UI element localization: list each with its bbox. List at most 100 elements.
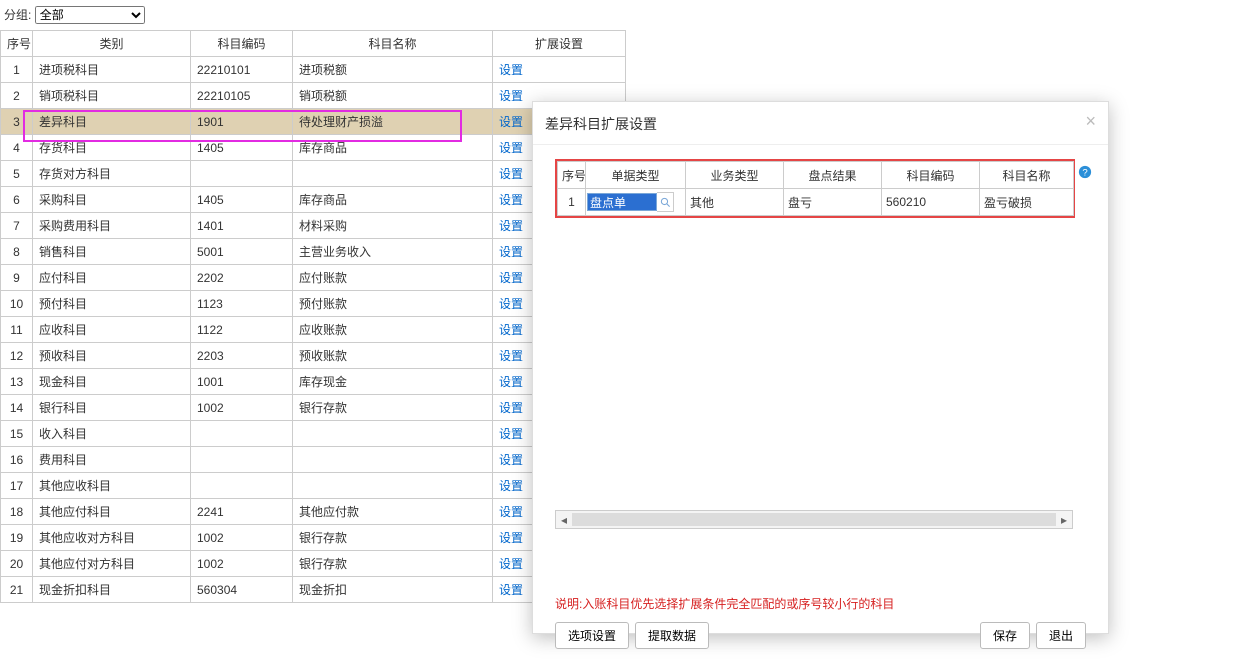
settings-link[interactable]: 设置 xyxy=(499,557,523,571)
option-settings-button[interactable]: 选项设置 xyxy=(555,622,629,649)
row-index: 12 xyxy=(1,343,33,369)
detail-col-header: 业务类型 xyxy=(686,162,784,189)
cell-category: 其他应收科目 xyxy=(33,473,191,499)
cell-category: 进项税科目 xyxy=(33,57,191,83)
cell-name: 库存商品 xyxy=(293,135,493,161)
detail-col-header: 科目名称 xyxy=(980,162,1074,189)
cell-code: 1002 xyxy=(191,395,293,421)
cell-category: 银行科目 xyxy=(33,395,191,421)
row-index: 5 xyxy=(1,161,33,187)
cell-name: 待处理财产损溢 xyxy=(293,109,493,135)
cell-name: 银行存款 xyxy=(293,525,493,551)
cell-category: 存货科目 xyxy=(33,135,191,161)
cell-code: 1405 xyxy=(191,135,293,161)
cell-name: 现金折扣 xyxy=(293,577,493,603)
settings-link[interactable]: 设置 xyxy=(499,89,523,103)
cell-category: 应收科目 xyxy=(33,317,191,343)
cell-name: 银行存款 xyxy=(293,551,493,577)
row-index: 14 xyxy=(1,395,33,421)
detail-code[interactable]: 560210 xyxy=(882,189,980,216)
detail-col-header: 科目编码 xyxy=(882,162,980,189)
table-row[interactable]: 1进项税科目22210101进项税额设置 xyxy=(1,57,626,83)
group-select[interactable]: 全部 xyxy=(35,6,145,24)
cell-code: 1122 xyxy=(191,317,293,343)
cell-name: 材料采购 xyxy=(293,213,493,239)
row-index: 9 xyxy=(1,265,33,291)
detail-result[interactable]: 盘亏 xyxy=(784,189,882,216)
row-index: 16 xyxy=(1,447,33,473)
settings-link[interactable]: 设置 xyxy=(499,349,523,363)
settings-link[interactable]: 设置 xyxy=(499,505,523,519)
detail-col-header: 单据类型 xyxy=(586,162,686,189)
settings-link[interactable]: 设置 xyxy=(499,453,523,467)
settings-link[interactable]: 设置 xyxy=(499,115,523,129)
lookup-icon[interactable] xyxy=(657,192,674,212)
cell-code: 2203 xyxy=(191,343,293,369)
settings-link[interactable]: 设置 xyxy=(499,479,523,493)
cell-extension: 设置 xyxy=(493,57,626,83)
cell-category: 销售科目 xyxy=(33,239,191,265)
settings-link[interactable]: 设置 xyxy=(499,167,523,181)
fetch-data-button[interactable]: 提取数据 xyxy=(635,622,709,649)
settings-link[interactable]: 设置 xyxy=(499,297,523,311)
cell-code: 1401 xyxy=(191,213,293,239)
cell-code xyxy=(191,473,293,499)
settings-link[interactable]: 设置 xyxy=(499,219,523,233)
cell-name xyxy=(293,473,493,499)
row-index: 6 xyxy=(1,187,33,213)
cell-name: 库存现金 xyxy=(293,369,493,395)
row-index: 19 xyxy=(1,525,33,551)
row-index: 3 xyxy=(1,109,33,135)
settings-link[interactable]: 设置 xyxy=(499,531,523,545)
row-index: 17 xyxy=(1,473,33,499)
cell-name xyxy=(293,421,493,447)
cell-code: 560304 xyxy=(191,577,293,603)
detail-col-header: 序号 xyxy=(558,162,586,189)
detail-col-header: 盘点结果 xyxy=(784,162,882,189)
row-index: 21 xyxy=(1,577,33,603)
cell-name: 银行存款 xyxy=(293,395,493,421)
cell-code: 22210105 xyxy=(191,83,293,109)
settings-link[interactable]: 设置 xyxy=(499,427,523,441)
row-index: 4 xyxy=(1,135,33,161)
settings-link[interactable]: 设置 xyxy=(499,63,523,77)
save-button[interactable]: 保存 xyxy=(980,622,1030,649)
scroll-right-icon[interactable]: ▸ xyxy=(1056,512,1072,527)
detail-biz-type[interactable]: 其他 xyxy=(686,189,784,216)
cell-code xyxy=(191,161,293,187)
extension-dialog: 差异科目扩展设置 × ? 序号单据类型业务类型盘点结果科目编码科目名称 1其他盘… xyxy=(532,101,1109,634)
scroll-left-icon[interactable]: ◂ xyxy=(556,512,572,527)
cell-name: 主营业务收入 xyxy=(293,239,493,265)
settings-link[interactable]: 设置 xyxy=(499,245,523,259)
cell-category: 其他应付科目 xyxy=(33,499,191,525)
row-index: 20 xyxy=(1,551,33,577)
row-index: 11 xyxy=(1,317,33,343)
cell-name: 库存商品 xyxy=(293,187,493,213)
horizontal-scrollbar[interactable]: ◂ ▸ xyxy=(555,510,1073,529)
row-index: 1 xyxy=(1,57,33,83)
detail-name[interactable]: 盈亏破损 xyxy=(980,189,1074,216)
doc-type-input[interactable] xyxy=(587,193,657,211)
settings-link[interactable]: 设置 xyxy=(499,193,523,207)
detail-row-index: 1 xyxy=(558,189,586,216)
cell-name xyxy=(293,447,493,473)
row-index: 13 xyxy=(1,369,33,395)
cell-category: 现金折扣科目 xyxy=(33,577,191,603)
settings-link[interactable]: 设置 xyxy=(499,583,523,597)
cell-category: 预付科目 xyxy=(33,291,191,317)
cell-code xyxy=(191,447,293,473)
settings-link[interactable]: 设置 xyxy=(499,375,523,389)
close-icon[interactable]: × xyxy=(1085,112,1096,130)
filter-label: 分组: xyxy=(4,8,31,22)
settings-link[interactable]: 设置 xyxy=(499,141,523,155)
settings-link[interactable]: 设置 xyxy=(499,401,523,415)
row-index: 10 xyxy=(1,291,33,317)
exit-button[interactable]: 退出 xyxy=(1036,622,1086,649)
cell-category: 预收科目 xyxy=(33,343,191,369)
detail-doc-type[interactable] xyxy=(586,189,686,216)
settings-link[interactable]: 设置 xyxy=(499,323,523,337)
help-icon[interactable]: ? xyxy=(1078,165,1092,182)
dialog-note: 说明:入账科目优先选择扩展条件完全匹配的或序号较小行的科目 xyxy=(555,595,1108,612)
cell-category: 其他应付对方科目 xyxy=(33,551,191,577)
settings-link[interactable]: 设置 xyxy=(499,271,523,285)
